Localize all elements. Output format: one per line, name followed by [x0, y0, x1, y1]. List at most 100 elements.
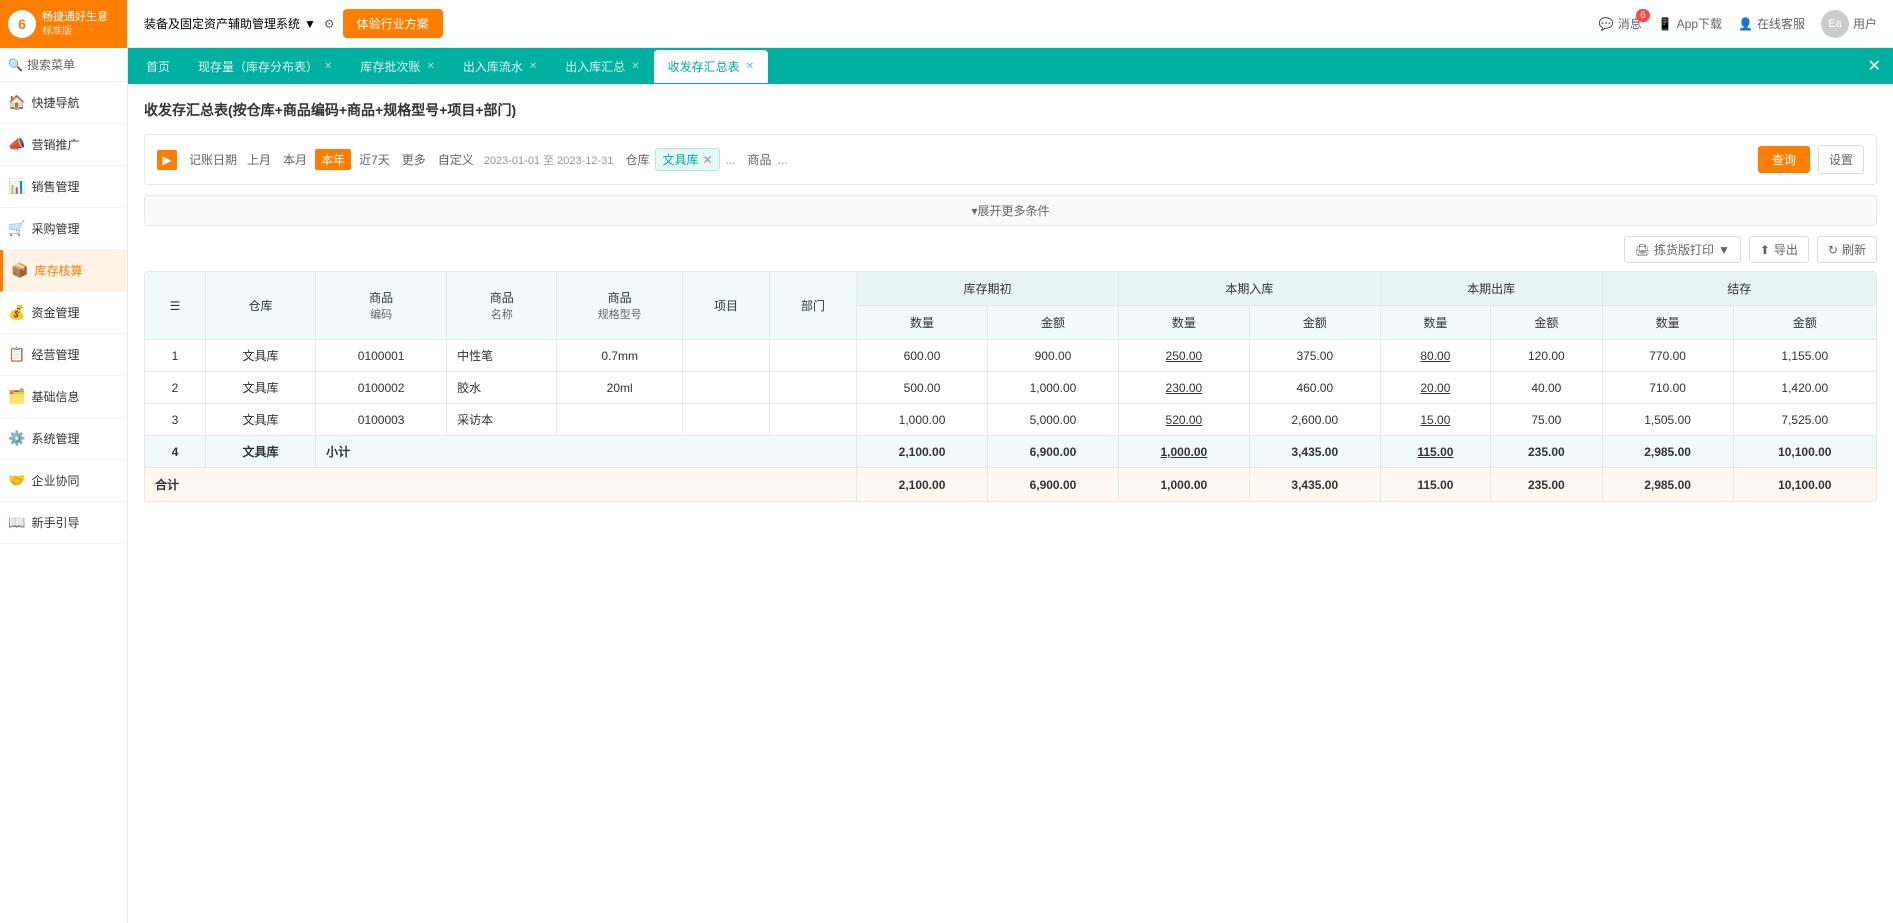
table-toolbar: 🖨 拣货版打印 ▼ ⬆ 导出 ↻ 刷新	[144, 236, 1877, 263]
warehouse-tag-close[interactable]: ✕	[702, 153, 712, 167]
cooperation-icon: 🤝	[8, 472, 25, 489]
row-closing-qty: 710.00	[1602, 372, 1733, 404]
row-closing-amt: 1,155.00	[1733, 340, 1876, 372]
subtotal-out-qty[interactable]: 115.00	[1380, 436, 1490, 468]
row-dept	[770, 372, 857, 404]
subtotal-opening-qty: 2,100.00	[857, 436, 988, 468]
row-in-qty[interactable]: 250.00	[1118, 340, 1249, 372]
sidebar-item-quick-nav[interactable]: 🏠 快捷导航	[0, 82, 127, 124]
sidebar-item-cooperation[interactable]: 🤝 企业协同	[0, 460, 127, 502]
system-selector[interactable]: 装备及固定资产辅助管理系统 ▼	[144, 15, 316, 32]
sidebar-item-purchase[interactable]: 🛒 采购管理	[0, 208, 127, 250]
sidebar: 6 畅捷通好生意 标准版 🔍 搜索菜单 🏠 快捷导航 📣 营销推广 📊 销售管理…	[0, 0, 128, 923]
table-row: 3 文具库 0100003 采访本 1,000.00 5,000.00 520.…	[145, 404, 1876, 436]
row-in-qty[interactable]: 520.00	[1118, 404, 1249, 436]
date-option-this-month[interactable]: 本月	[279, 149, 311, 170]
date-option-custom[interactable]: 自定义	[434, 149, 478, 170]
tab-home[interactable]: 首页	[132, 50, 184, 83]
tab-label: 库存批次账	[360, 58, 420, 75]
gear-icon[interactable]: ⚙	[324, 17, 335, 31]
tabbar-close-btn[interactable]: ✕	[1860, 52, 1889, 80]
row-dept	[770, 340, 857, 372]
th-spec: 商品规格型号	[557, 272, 683, 340]
row-name: 中性笔	[447, 340, 557, 372]
row-no: 3	[145, 404, 205, 436]
column-settings-icon[interactable]: ☰	[170, 299, 181, 313]
table-row: 2 文具库 0100002 胶水 20ml 500.00 1,000.00 23…	[145, 372, 1876, 404]
warehouse-tag-value: 文具库	[662, 151, 698, 168]
row-out-qty[interactable]: 15.00	[1380, 404, 1490, 436]
app-download-btn[interactable]: 📱 App下载	[1658, 15, 1722, 32]
th-warehouse: 仓库	[205, 272, 315, 340]
tab-close-icon[interactable]: ✕	[426, 61, 434, 72]
date-option-more[interactable]: 更多	[398, 149, 430, 170]
row-warehouse: 文具库	[205, 372, 315, 404]
refresh-btn[interactable]: ↻ 刷新	[1817, 236, 1877, 263]
subtotal-label: 小计	[316, 436, 857, 468]
row-out-qty[interactable]: 80.00	[1380, 340, 1490, 372]
row-opening-amt: 5,000.00	[987, 404, 1118, 436]
row-warehouse: 文具库	[205, 340, 315, 372]
sidebar-item-operations[interactable]: 📋 经营管理	[0, 334, 127, 376]
print-btn[interactable]: 🖨 拣货版打印 ▼	[1624, 236, 1741, 263]
expand-more-label: 展开更多条件	[978, 202, 1050, 219]
sidebar-item-basic-info[interactable]: 🗂️ 基础信息	[0, 376, 127, 418]
subtotal-out-amt: 235.00	[1491, 436, 1603, 468]
purchase-icon: 🛒	[8, 220, 25, 237]
sidebar-item-sales[interactable]: 📊 销售管理	[0, 166, 127, 208]
tab-inout-summary[interactable]: 出入库汇总 ✕	[551, 50, 653, 83]
tab-close-icon[interactable]: ✕	[529, 61, 537, 72]
experience-btn[interactable]: 体验行业方案	[343, 9, 443, 38]
sidebar-item-guide[interactable]: 📖 新手引导	[0, 502, 127, 544]
download-icon: 📱	[1658, 17, 1673, 31]
sidebar-item-inventory[interactable]: 📦 库存核算	[0, 250, 127, 292]
row-warehouse: 文具库	[205, 404, 315, 436]
row-project	[683, 404, 770, 436]
sidebar-item-system[interactable]: ⚙️ 系统管理	[0, 418, 127, 460]
subtotal-in-qty[interactable]: 1,000.00	[1118, 436, 1249, 468]
row-no: 1	[145, 340, 205, 372]
date-option-7days[interactable]: 近7天	[355, 149, 394, 170]
footer-closing-qty: 2,985.00	[1602, 468, 1733, 502]
date-option-last-month[interactable]: 上月	[243, 149, 275, 170]
row-out-amt: 120.00	[1491, 340, 1603, 372]
table-row: 1 文具库 0100001 中性笔 0.7mm 600.00 900.00 25…	[145, 340, 1876, 372]
filter-expand-btn[interactable]: ▶	[157, 150, 177, 170]
online-service-btn[interactable]: 👤 在线客服	[1738, 15, 1805, 32]
messages-btn[interactable]: 💬 消息 6	[1599, 15, 1642, 32]
goods-more[interactable]: ...	[778, 153, 788, 167]
subtotal-row: 4 文具库 小计 2,100.00 6,900.00 1,000.00 3,43…	[145, 436, 1876, 468]
filter-actions: 查询 设置	[1758, 145, 1864, 174]
settings-button[interactable]: 设置	[1818, 145, 1864, 174]
th-settings[interactable]: ☰	[145, 272, 205, 340]
tab-close-icon[interactable]: ✕	[746, 61, 754, 72]
user-avatar[interactable]: Ea 用户	[1821, 10, 1877, 38]
logo-icon: 6	[8, 10, 36, 38]
row-out-qty[interactable]: 20.00	[1380, 372, 1490, 404]
date-options: 上月 本月 本年 近7天 更多 自定义	[243, 149, 478, 170]
row-opening-qty: 600.00	[857, 340, 988, 372]
date-filter-label: 记账日期	[189, 151, 237, 168]
expand-more-bar[interactable]: ▾ 展开更多条件	[144, 195, 1877, 226]
logo-text: 畅捷通好生意 标准版	[42, 10, 108, 37]
filter-bar: ▶ 记账日期 上月 本月 本年 近7天 更多 自定义 2023-01-01 至 …	[144, 134, 1877, 185]
sidebar-search[interactable]: 🔍 搜索菜单	[0, 48, 127, 82]
th-out-qty: 数量	[1380, 306, 1490, 340]
warehouse-more[interactable]: ...	[726, 153, 736, 167]
row-in-qty[interactable]: 230.00	[1118, 372, 1249, 404]
tab-receipt-summary[interactable]: 收发存汇总表 ✕	[654, 50, 768, 83]
basic-info-icon: 🗂️	[8, 388, 25, 405]
sidebar-item-marketing[interactable]: 📣 营销推广	[0, 124, 127, 166]
query-button[interactable]: 查询	[1758, 146, 1810, 173]
sidebar-item-finance[interactable]: 💰 资金管理	[0, 292, 127, 334]
tab-batch-ledger[interactable]: 库存批次账 ✕	[346, 50, 448, 83]
tab-close-icon[interactable]: ✕	[631, 61, 639, 72]
th-project: 项目	[683, 272, 770, 340]
export-btn[interactable]: ⬆ 导出	[1749, 236, 1809, 263]
th-inbound: 本期入库	[1118, 272, 1380, 306]
date-option-this-year[interactable]: 本年	[315, 149, 351, 170]
tab-inventory-dist[interactable]: 现存量（库存分布表） ✕	[184, 50, 346, 83]
tab-inout-flow[interactable]: 出入库流水 ✕	[449, 50, 551, 83]
chevron-down-icon: ▼	[304, 17, 316, 31]
tab-close-icon[interactable]: ✕	[324, 61, 332, 72]
